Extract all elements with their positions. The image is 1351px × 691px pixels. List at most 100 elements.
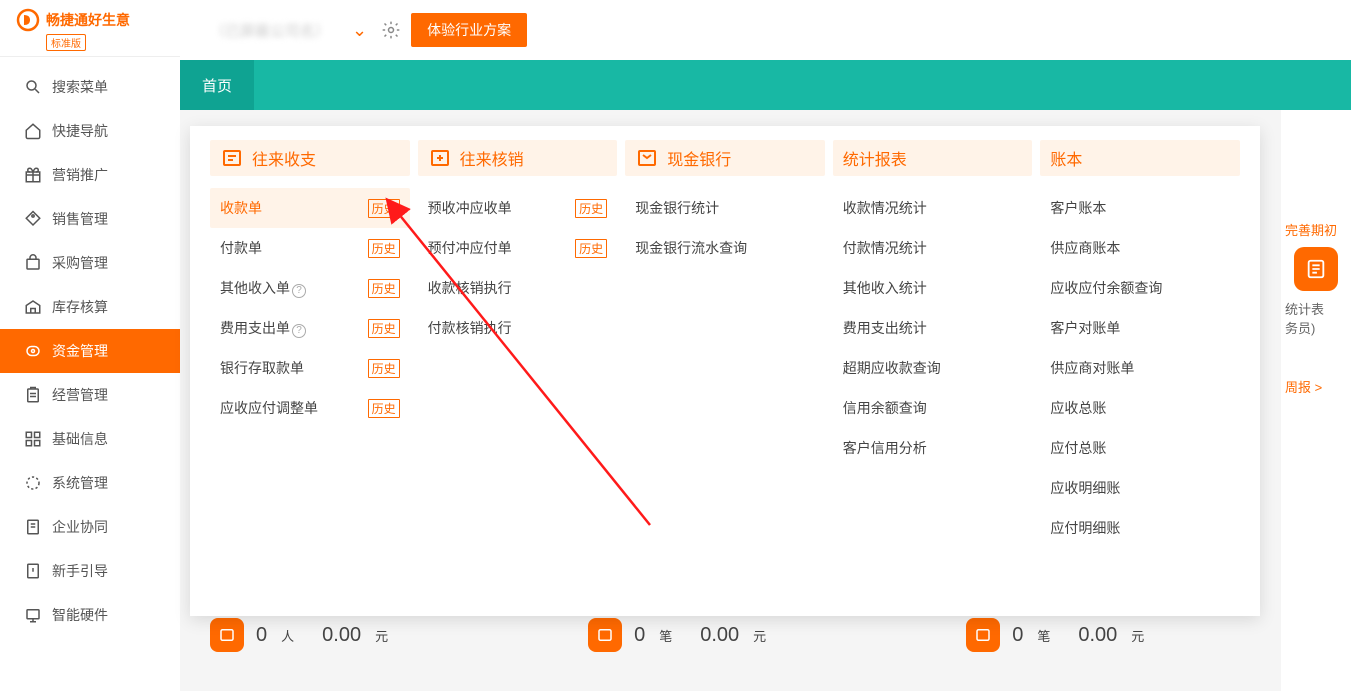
- column-header-icon: [428, 146, 452, 170]
- grid-icon: [24, 430, 42, 448]
- clipboard-icon: [24, 386, 42, 404]
- flyout-item-label: 付款单: [220, 238, 262, 258]
- history-badge[interactable]: 历史: [575, 199, 607, 218]
- help-icon[interactable]: ?: [292, 284, 306, 298]
- gear-icon[interactable]: [381, 20, 401, 40]
- stat-value: 0.00: [700, 624, 739, 647]
- flyout-item-label: 客户账本: [1050, 198, 1106, 218]
- flyout-menu-item[interactable]: 其他收入统计: [833, 268, 1033, 308]
- flyout-menu-item[interactable]: 收款核销执行: [418, 268, 618, 308]
- flyout-menu-item[interactable]: 其他收入单?历史: [210, 268, 410, 308]
- help-icon[interactable]: ?: [292, 324, 306, 338]
- sidebar-item-label: 系统管理: [52, 473, 108, 493]
- sidebar-item-guide[interactable]: 新手引导: [0, 549, 180, 593]
- sidebar-item-gift[interactable]: 营销推广: [0, 153, 180, 197]
- flyout-item-label: 付款情况统计: [843, 238, 927, 258]
- flyout-item-label: 费用支出单?: [220, 318, 306, 338]
- flyout-menu-item[interactable]: 信用余额查询: [833, 388, 1033, 428]
- sidebar-item-label: 企业协同: [52, 517, 108, 537]
- flyout-item-label: 收款核销执行: [428, 278, 512, 298]
- flyout-column-header: 账本: [1040, 140, 1240, 176]
- flyout-menu-item[interactable]: 付款核销执行: [418, 308, 618, 348]
- tab-home[interactable]: 首页: [180, 60, 254, 110]
- flyout-menu-item[interactable]: 费用支出统计: [833, 308, 1033, 348]
- flyout-item-label: 付款核销执行: [428, 318, 512, 338]
- stat-count: 0: [256, 624, 267, 647]
- flyout-menu-item[interactable]: 收款情况统计: [833, 188, 1033, 228]
- history-badge[interactable]: 历史: [368, 399, 400, 418]
- flyout-item-list: 现金银行统计现金银行流水查询: [625, 188, 825, 268]
- sidebar-item-label: 库存核算: [52, 297, 108, 317]
- flyout-item-label: 现金银行流水查询: [635, 238, 747, 258]
- flyout-menu-item[interactable]: 付款单 历史: [210, 228, 410, 268]
- stat-icon: [966, 618, 1000, 652]
- stat-count-unit: 笔: [659, 626, 672, 645]
- sidebar-item-tag[interactable]: 销售管理: [0, 197, 180, 241]
- flyout-menu-item[interactable]: 客户信用分析: [833, 428, 1033, 468]
- history-badge[interactable]: 历史: [368, 359, 400, 378]
- chevron-down-icon[interactable]: ⌄: [352, 20, 367, 41]
- history-badge[interactable]: 历史: [368, 279, 400, 298]
- stat-value-unit: 元: [1131, 626, 1144, 645]
- history-badge[interactable]: 历史: [368, 319, 400, 338]
- flyout-menu-item[interactable]: 供应商账本: [1040, 228, 1240, 268]
- sidebar-item-label: 基础信息: [52, 429, 108, 449]
- team-icon: [24, 518, 42, 536]
- column-header-icon: [220, 146, 244, 170]
- flyout-item-label: 预收冲应收单: [428, 198, 512, 218]
- flyout-menu-item[interactable]: 预付冲应付单历史: [418, 228, 618, 268]
- company-selector-label[interactable]: （已屏蔽公司名）: [198, 16, 342, 45]
- sidebar-item-label: 资金管理: [52, 341, 108, 361]
- flyout-menu-item[interactable]: 应付总账: [1040, 428, 1240, 468]
- sidebar-item-money[interactable]: 资金管理: [0, 329, 180, 373]
- stat-value: 0.00: [322, 624, 361, 647]
- flyout-menu-item[interactable]: 付款情况统计: [833, 228, 1033, 268]
- flyout-column-header: 现金银行: [625, 140, 825, 176]
- try-industry-plan-button[interactable]: 体验行业方案: [411, 13, 527, 47]
- flyout-menu-item[interactable]: 客户账本: [1040, 188, 1240, 228]
- sidebar-item-clipboard[interactable]: 经营管理: [0, 373, 180, 417]
- flyout-column-title: 往来收支: [252, 146, 316, 170]
- flyout-menu-item[interactable]: 应收应付调整单历史: [210, 388, 410, 428]
- flyout-menu-item[interactable]: 超期应收款查询: [833, 348, 1033, 388]
- stat-value-unit: 元: [753, 626, 766, 645]
- history-badge[interactable]: 历史: [575, 239, 607, 258]
- sidebar: 畅捷通好生意 标准版 搜索菜单快捷导航营销推广销售管理采购管理库存核算资金管理经…: [0, 0, 180, 691]
- flyout-menu-item[interactable]: 应付明细账: [1040, 508, 1240, 548]
- search-icon: [24, 78, 42, 96]
- sidebar-item-warehouse[interactable]: 库存核算: [0, 285, 180, 329]
- history-badge[interactable]: 历史: [368, 199, 400, 218]
- flyout-menu-item[interactable]: 银行存取款单 历史: [210, 348, 410, 388]
- sidebar-item-gear2[interactable]: 系统管理: [0, 461, 180, 505]
- flyout-menu-item[interactable]: 应收明细账: [1040, 468, 1240, 508]
- stat-count-unit: 人: [281, 626, 294, 645]
- flyout-menu-item[interactable]: 应收总账: [1040, 388, 1240, 428]
- flyout-menu-item[interactable]: 供应商对账单: [1040, 348, 1240, 388]
- flyout-item-label: 银行存取款单: [220, 358, 304, 378]
- sidebar-item-grid[interactable]: 基础信息: [0, 417, 180, 461]
- flyout-column-header: 往来收支: [210, 140, 410, 176]
- flyout-column: 往来核销预收冲应收单历史预付冲应付单历史收款核销执行付款核销执行: [418, 140, 618, 592]
- flyout-menu-item[interactable]: 现金银行统计: [625, 188, 825, 228]
- brand-name: 畅捷通好生意: [46, 10, 130, 30]
- flyout-menu-item[interactable]: 现金银行流水查询: [625, 228, 825, 268]
- flyout-menu-item[interactable]: 收款单历史: [210, 188, 410, 228]
- flyout-menu-item[interactable]: 费用支出单? 历史: [210, 308, 410, 348]
- flyout-item-label: 应付明细账: [1050, 518, 1120, 538]
- flyout-column-title: 统计报表: [843, 146, 907, 170]
- flyout-item-list: 收款情况统计付款情况统计其他收入统计费用支出统计超期应收款查询信用余额查询客户信…: [833, 188, 1033, 468]
- flyout-menu-item[interactable]: 应收应付余额查询: [1040, 268, 1240, 308]
- sidebar-item-device[interactable]: 智能硬件: [0, 593, 180, 637]
- sidebar-item-cart[interactable]: 采购管理: [0, 241, 180, 285]
- sidebar-nav: 搜索菜单快捷导航营销推广销售管理采购管理库存核算资金管理经营管理基础信息系统管理…: [0, 57, 180, 637]
- weekly-report-link[interactable]: 周报 >: [1285, 377, 1347, 396]
- history-badge[interactable]: 历史: [368, 239, 400, 258]
- sidebar-item-team[interactable]: 企业协同: [0, 505, 180, 549]
- sidebar-item-home[interactable]: 快捷导航: [0, 109, 180, 153]
- flyout-menu-item[interactable]: 预收冲应收单 历史: [418, 188, 618, 228]
- report-icon[interactable]: [1294, 247, 1338, 291]
- flyout-menu-item[interactable]: 客户对账单: [1040, 308, 1240, 348]
- complete-opening-link[interactable]: 完善期初: [1285, 220, 1347, 239]
- sidebar-item-search[interactable]: 搜索菜单: [0, 65, 180, 109]
- stat-icon: [588, 618, 622, 652]
